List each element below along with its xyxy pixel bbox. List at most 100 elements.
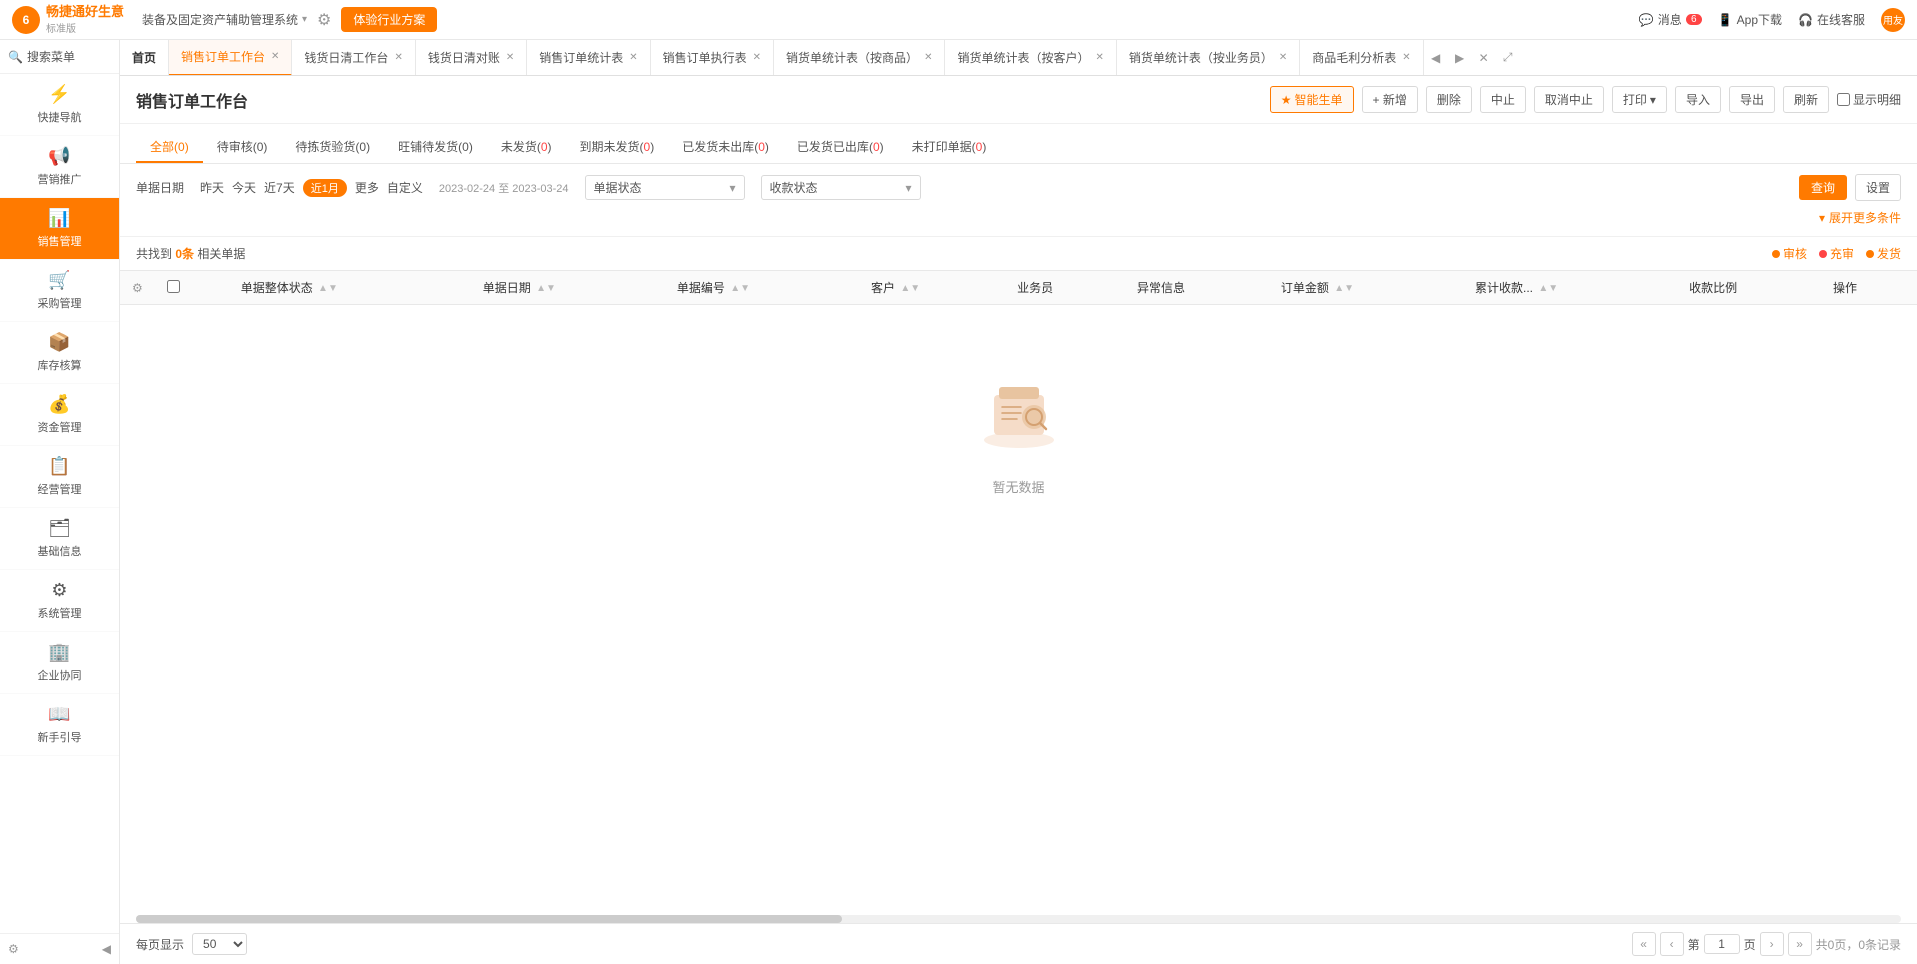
sub-tab-unprinted[interactable]: 未打印单据(0) <box>898 132 1001 163</box>
industry-solution-button[interactable]: 体验行业方案 <box>341 7 437 32</box>
col-amount[interactable]: 订单金额 ▲▼ <box>1269 271 1463 305</box>
status-filter[interactable]: 单据状态 ▾ <box>585 175 745 200</box>
export-button[interactable]: 导出 <box>1729 86 1775 113</box>
tab-close-icon[interactable]: ✕ <box>1095 52 1103 63</box>
date-option-more[interactable]: 更多 <box>355 179 379 196</box>
tab-close-icon[interactable]: ✕ <box>271 51 279 62</box>
sidebar-item-operations[interactable]: 📋 经营管理 <box>0 446 119 508</box>
column-settings-icon[interactable]: ⚙ <box>132 281 143 295</box>
settings-button[interactable]: 设置 <box>1855 174 1901 201</box>
tab-close-icon[interactable]: ✕ <box>394 52 402 63</box>
page-number-input[interactable] <box>1704 934 1740 954</box>
sub-tab-all[interactable]: 全部(0) <box>136 132 203 163</box>
date-option-today[interactable]: 今天 <box>232 179 256 196</box>
sidebar-item-marketing[interactable]: 📢 营销推广 <box>0 136 119 198</box>
tab-sales-summary-staff[interactable]: 销货单统计表（按业务员） ✕ <box>1117 40 1300 76</box>
sidebar-settings-icon[interactable]: ⚙ <box>8 942 19 956</box>
void-action[interactable]: 充审 <box>1819 245 1854 262</box>
tab-sales-summary-customer[interactable]: 销货单统计表（按客户） ✕ <box>945 40 1116 76</box>
show-detail-checkbox[interactable]: 显示明细 <box>1837 91 1901 108</box>
smart-create-button[interactable]: ★ 智能生单 <box>1270 86 1354 113</box>
col-status[interactable]: 单据整体状态 ▲▼ <box>229 271 471 305</box>
top-header: 6 畅捷通好生意 标准版 装备及固定资产辅助管理系统 ▾ ⚙ 体验行业方案 💬 … <box>0 0 1917 40</box>
sub-tab-not-shipped[interactable]: 未发货(0) <box>487 132 566 163</box>
tab-close-icon[interactable]: ✕ <box>1402 52 1410 63</box>
sub-tab-shipped-out[interactable]: 已发货已出库(0) <box>783 132 898 163</box>
col-customer[interactable]: 客户 ▲▼ <box>859 271 1005 305</box>
tab-sales-exec[interactable]: 销售订单执行表 ✕ <box>651 40 774 76</box>
add-button[interactable]: + 新增 <box>1362 86 1418 113</box>
expand-more-button[interactable]: ▾ 展开更多条件 <box>1819 209 1901 226</box>
tab-close-icon[interactable]: ✕ <box>1279 52 1287 63</box>
tab-margin-analysis[interactable]: 商品毛利分析表 ✕ <box>1300 40 1423 76</box>
sidebar-item-basic-info[interactable]: 🗂 基础信息 <box>0 508 119 570</box>
user-menu[interactable]: 用友 <box>1881 8 1905 32</box>
tab-home[interactable]: 首页 <box>120 40 169 76</box>
date-option-1month[interactable]: 近1月 <box>303 179 347 197</box>
col-date[interactable]: 单据日期 ▲▼ <box>471 271 665 305</box>
sidebar-item-quick-nav[interactable]: ⚡ 快捷导航 <box>0 74 119 136</box>
stop-button[interactable]: 中止 <box>1480 86 1526 113</box>
first-page-button[interactable]: « <box>1632 932 1656 956</box>
import-button[interactable]: 导入 <box>1675 86 1721 113</box>
last-page-button[interactable]: » <box>1788 932 1812 956</box>
payment-filter[interactable]: 收款状态 ▾ <box>761 175 921 200</box>
sub-tab-pending-review[interactable]: 待审核(0) <box>203 132 282 163</box>
sidebar-item-enterprise[interactable]: 🏢 企业协同 <box>0 632 119 694</box>
scrollbar-thumb[interactable] <box>136 915 842 923</box>
tab-sales-summary-product[interactable]: 销货单统计表（按商品） ✕ <box>774 40 945 76</box>
horizontal-scrollbar[interactable] <box>136 915 1901 923</box>
sidebar-search[interactable]: 🔍 搜索菜单 <box>0 40 119 74</box>
cancel-stop-button[interactable]: 取消中止 <box>1534 86 1604 113</box>
tab-sales-stats[interactable]: 销售订单统计表 ✕ <box>527 40 650 76</box>
pagination: 每页显示 50 100 200 « ‹ 第 页 › <box>120 923 1917 964</box>
tab-sales-workbench[interactable]: 销售订单工作台 ✕ <box>169 40 292 76</box>
date-option-7days[interactable]: 近7天 <box>264 179 295 196</box>
sidebar-item-label: 采购管理 <box>38 295 82 311</box>
audit-action[interactable]: 审核 <box>1772 245 1807 262</box>
col-collected[interactable]: 累计收款... ▲▼ <box>1463 271 1677 305</box>
col-number[interactable]: 单据编号 ▲▼ <box>665 271 859 305</box>
tab-close-icon[interactable]: ✕ <box>924 52 932 63</box>
query-button[interactable]: 查询 <box>1799 175 1847 200</box>
print-button[interactable]: 打印 ▾ <box>1612 86 1667 113</box>
page-size-select[interactable]: 50 100 200 <box>192 933 247 955</box>
next-page-button[interactable]: › <box>1760 932 1784 956</box>
tab-fullscreen-button[interactable]: ⤢ <box>1496 40 1520 76</box>
date-option-custom[interactable]: 自定义 <box>387 179 423 196</box>
sub-tab-overdue-unshipped[interactable]: 到期未发货(0) <box>566 132 669 163</box>
tab-cash-reconcile[interactable]: 钱货日清对账 ✕ <box>416 40 527 76</box>
sidebar-item-system[interactable]: ⚙ 系统管理 <box>0 570 119 632</box>
show-detail-input[interactable] <box>1837 93 1850 106</box>
sidebar-item-purchase[interactable]: 🛒 采购管理 <box>0 260 119 322</box>
tab-close-icon[interactable]: ✕ <box>629 52 637 63</box>
sub-tab-wangpu[interactable]: 旺铺待发货(0) <box>384 132 487 163</box>
sub-tab-shipped-not-out[interactable]: 已发货未出库(0) <box>668 132 783 163</box>
tab-prev-button[interactable]: ◀ <box>1424 40 1448 76</box>
message-button[interactable]: 💬 消息 6 <box>1639 11 1702 28</box>
tab-close-icon[interactable]: ✕ <box>753 52 761 63</box>
filter-row-1: 单据日期 昨天 今天 近7天 近1月 更多 自定义 2023-02-24 至 2… <box>136 174 1901 201</box>
tab-close-icon[interactable]: ✕ <box>506 52 514 63</box>
app-download-button[interactable]: 📱 App下载 <box>1718 11 1782 28</box>
chevron-down-icon[interactable]: ▾ <box>302 14 307 25</box>
settings-icon[interactable]: ⚙ <box>317 10 331 30</box>
tab-cash-daily[interactable]: 钱货日清工作台 ✕ <box>292 40 415 76</box>
select-all-checkbox[interactable] <box>167 280 180 293</box>
tab-next-button[interactable]: ▶ <box>1448 40 1472 76</box>
sidebar-collapse-icon[interactable]: ◀ <box>102 942 111 956</box>
prev-page-button[interactable]: ‹ <box>1660 932 1684 956</box>
refresh-button[interactable]: 刷新 <box>1783 86 1829 113</box>
sub-tab-pending-inspect[interactable]: 待拣货验货(0) <box>281 132 384 163</box>
marketing-icon: 📢 <box>48 146 70 167</box>
sidebar-item-sales[interactable]: 📊 销售管理 <box>0 198 119 260</box>
finance-icon: 💰 <box>48 394 70 415</box>
sidebar-item-finance[interactable]: 💰 资金管理 <box>0 384 119 446</box>
sidebar-item-guide[interactable]: 📖 新手引导 <box>0 694 119 756</box>
online-service-button[interactable]: 🎧 在线客服 <box>1798 11 1865 28</box>
sidebar-item-inventory[interactable]: 📦 库存核算 <box>0 322 119 384</box>
ship-action[interactable]: 发货 <box>1866 245 1901 262</box>
delete-button[interactable]: 删除 <box>1426 86 1472 113</box>
tab-close-all-button[interactable]: ✕ <box>1472 40 1496 76</box>
date-option-yesterday[interactable]: 昨天 <box>200 179 224 196</box>
